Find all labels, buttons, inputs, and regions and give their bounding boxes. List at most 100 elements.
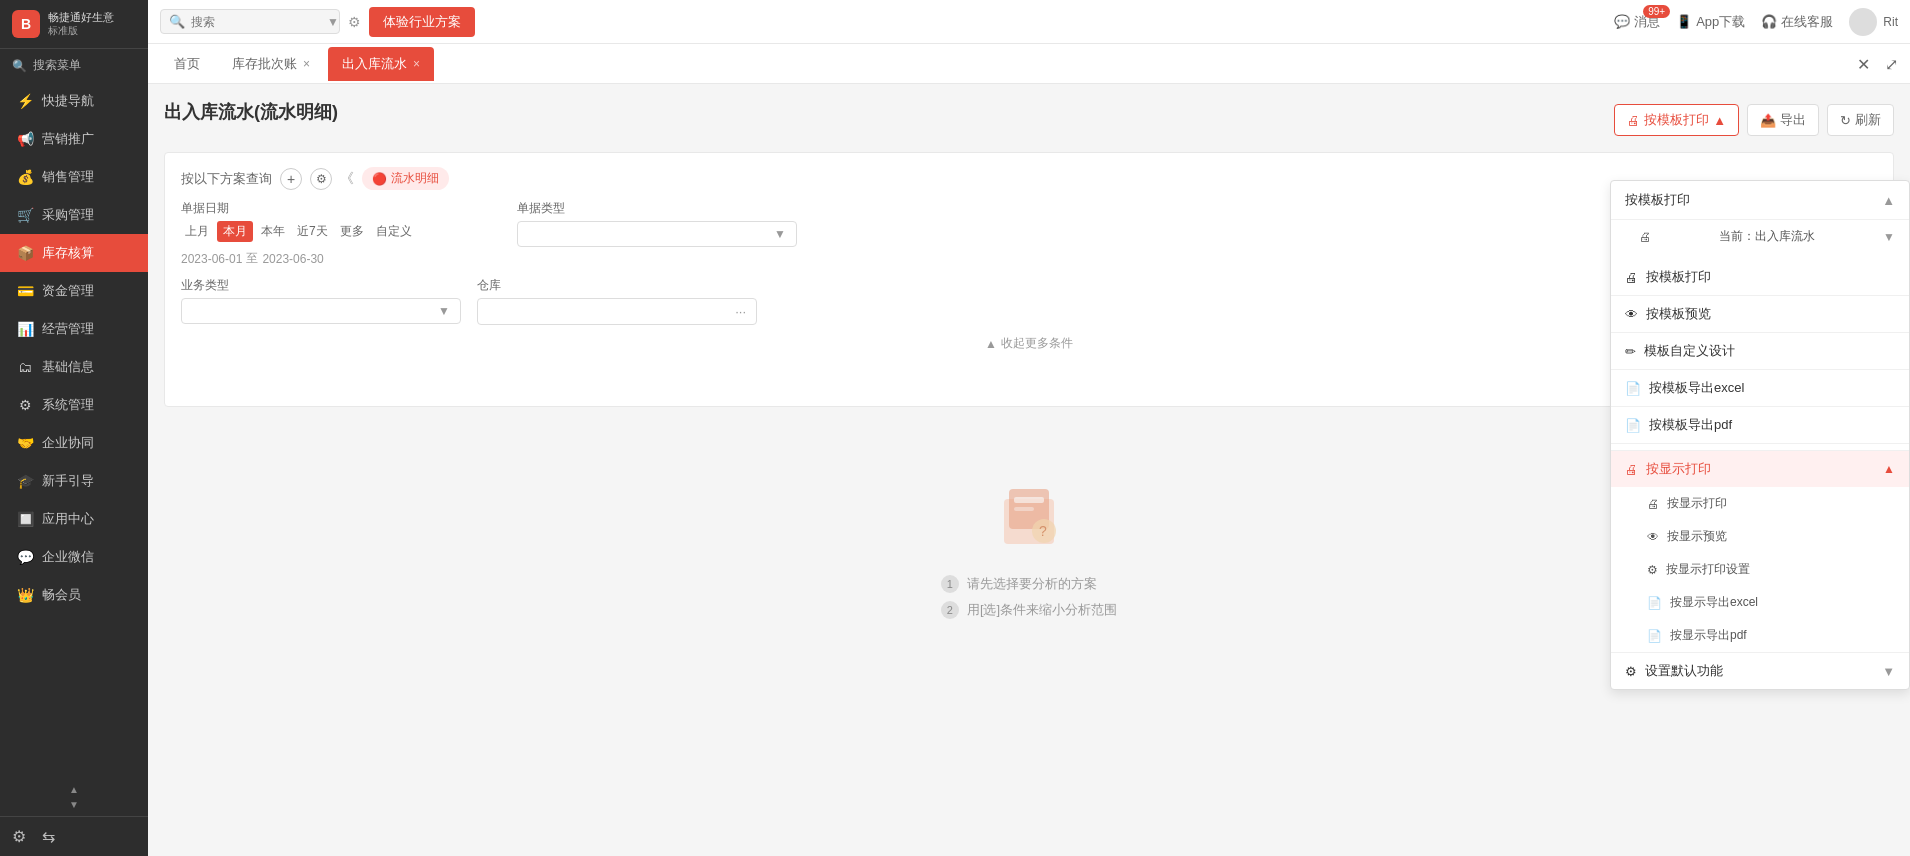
sidebar-item-label: 基础信息	[42, 358, 94, 376]
step-1-num: 1	[941, 575, 959, 593]
tab-inventory-flow-close-icon[interactable]: ×	[413, 57, 420, 71]
template-pdf-label: 按模板导出pdf	[1649, 416, 1732, 434]
sidebar-item-guide[interactable]: 🎓 新手引导	[0, 462, 148, 500]
sidebar-item-sales[interactable]: 💰 销售管理	[0, 158, 148, 196]
sidebar-item-label: 畅会员	[42, 586, 81, 604]
warehouse-more-icon: ···	[735, 304, 746, 319]
warehouse-label: 仓库	[477, 277, 757, 294]
date-tab-custom[interactable]: 自定义	[372, 221, 416, 242]
date-tab-more[interactable]: 更多	[336, 221, 368, 242]
dropdown-collapse-icon[interactable]: ▲	[1882, 193, 1895, 208]
template-excel-icon: 📄	[1625, 381, 1641, 396]
sidebar-item-appstore[interactable]: 🔲 应用中心	[0, 500, 148, 538]
date-tab-this-month[interactable]: 本月	[217, 221, 253, 242]
filter-business-type-field: 业务类型 ▼	[181, 277, 461, 324]
sidebar-item-marketing[interactable]: 📢 营销推广	[0, 120, 148, 158]
template-customize-label: 模板自定义设计	[1644, 342, 1735, 360]
quick-nav-icon: ⚡	[16, 93, 34, 109]
filter-chip-label: 流水明细	[391, 170, 439, 187]
date-tab-this-year[interactable]: 本年	[257, 221, 289, 242]
dropdown-template-export-pdf[interactable]: 📄 按模板导出pdf	[1611, 407, 1909, 444]
purchase-icon: 🛒	[16, 207, 34, 223]
settings-bottom-icon[interactable]: ⚙	[12, 827, 26, 846]
tab-home[interactable]: 首页	[160, 47, 214, 81]
export-button[interactable]: 📤 导出	[1747, 104, 1819, 136]
display-excel-icon: 📄	[1647, 596, 1662, 610]
header-search-chevron-icon[interactable]: ▼	[327, 15, 339, 29]
header-search-input[interactable]	[191, 15, 321, 29]
inventory-icon: 📦	[16, 245, 34, 261]
template-customize-icon: ✏	[1625, 344, 1636, 359]
header-gear-icon[interactable]: ⚙	[348, 14, 361, 30]
filter-setting-button[interactable]: ⚙	[310, 168, 332, 190]
sidebar-item-label: 新手引导	[42, 472, 94, 490]
collapse-sidebar-icon[interactable]: ⇆	[42, 827, 55, 846]
sidebar-search[interactable]: 🔍 搜索菜单	[0, 49, 148, 82]
dropdown-template-export-excel[interactable]: 📄 按模板导出excel	[1611, 370, 1909, 407]
refresh-button[interactable]: ↻ 刷新	[1827, 104, 1894, 136]
tab-batch-account-close-icon[interactable]: ×	[303, 57, 310, 71]
industry-solution-button[interactable]: 体验行业方案	[369, 7, 475, 37]
sidebar-item-system[interactable]: ⚙ 系统管理	[0, 386, 148, 424]
display-section-title: 按显示打印	[1646, 460, 1711, 478]
sidebar-item-label: 经营管理	[42, 320, 94, 338]
sidebar-item-finance[interactable]: 💳 资金管理	[0, 272, 148, 310]
sidebar-item-quick-nav[interactable]: ⚡ 快捷导航	[0, 82, 148, 120]
display-settings-label: 按显示打印设置	[1666, 561, 1750, 578]
sidebar-item-collab[interactable]: 🤝 企业协同	[0, 424, 148, 462]
online-service-button[interactable]: 🎧 在线客服	[1761, 13, 1833, 31]
warehouse-input[interactable]: ···	[477, 298, 757, 325]
operation-icon: 📊	[16, 321, 34, 337]
filter-chip-liushui[interactable]: 🔴 流水明细	[362, 167, 449, 190]
date-tab-last-month[interactable]: 上月	[181, 221, 213, 242]
app-name: 畅捷通好生意	[48, 10, 114, 24]
dropdown-display-print-settings[interactable]: ⚙ 按显示打印设置	[1611, 553, 1909, 586]
date-tab-7days[interactable]: 近7天	[293, 221, 332, 242]
header-search-box[interactable]: 🔍 ▼	[160, 9, 340, 34]
display-section-chevron-icon[interactable]: ▲	[1883, 462, 1895, 476]
display-preview-icon: 👁	[1647, 530, 1659, 544]
scroll-up-btn[interactable]: ▲	[69, 782, 79, 797]
dropdown-current-item[interactable]: 🖨 当前：出入库流水 ▼	[1611, 220, 1909, 253]
dropdown-display-preview[interactable]: 👁 按显示预览	[1611, 520, 1909, 553]
dropdown-template-print[interactable]: 🖨 按模板打印	[1611, 259, 1909, 296]
sidebar-item-operation[interactable]: 📊 经营管理	[0, 310, 148, 348]
collapse-more-button[interactable]: ▲ 收起更多条件	[985, 335, 1073, 352]
sales-icon: 💰	[16, 169, 34, 185]
close-all-tabs-icon[interactable]: ✕	[1857, 54, 1870, 73]
svg-text:?: ?	[1039, 523, 1047, 539]
search-label: 搜索菜单	[33, 57, 81, 74]
sidebar-item-label: 应用中心	[42, 510, 94, 528]
sidebar-item-basic[interactable]: 🗂 基础信息	[0, 348, 148, 386]
app-download-button[interactable]: 📱 App下载	[1676, 13, 1745, 31]
business-type-input[interactable]: ▼	[181, 298, 461, 324]
filter-collapse-icon[interactable]: 《	[340, 170, 354, 188]
dropdown-template-customize[interactable]: ✏ 模板自定义设计	[1611, 333, 1909, 370]
date-range: 2023-06-01 至 2023-06-30	[181, 250, 501, 267]
sidebar-item-inventory[interactable]: 📦 库存核算	[0, 234, 148, 272]
voucher-type-input[interactable]: ▼	[517, 221, 797, 247]
step-2-num: 2	[941, 601, 959, 619]
business-type-chevron-icon: ▼	[438, 304, 450, 318]
expand-tabs-icon[interactable]: ⤢	[1885, 54, 1898, 73]
sidebar-item-vip[interactable]: 👑 畅会员	[0, 576, 148, 614]
filter-add-button[interactable]: +	[280, 168, 302, 190]
sidebar-logo: B 畅捷通好生意 标准版	[0, 0, 148, 49]
system-icon: ⚙	[16, 397, 34, 413]
tab-batch-account[interactable]: 库存批次账 ×	[218, 47, 324, 81]
dropdown-display-print[interactable]: 🖨 按显示打印	[1611, 487, 1909, 520]
sidebar-item-purchase[interactable]: 🛒 采购管理	[0, 196, 148, 234]
dropdown-display-export-excel[interactable]: 📄 按显示导出excel	[1611, 586, 1909, 619]
date-tabs: 上月 本月 本年 近7天 更多 自定义	[181, 221, 501, 242]
scroll-down-btn[interactable]: ▼	[69, 797, 79, 812]
print-template-button[interactable]: 🖨 按模板打印 ▲	[1614, 104, 1739, 136]
tab-inventory-flow[interactable]: 出入库流水 ×	[328, 47, 434, 81]
user-avatar[interactable]: Rit	[1849, 8, 1898, 36]
dropdown-display-section-header[interactable]: 🖨 按显示打印 ▲	[1611, 450, 1909, 487]
dropdown-footer-item[interactable]: ⚙ 设置默认功能 ▼	[1611, 652, 1909, 689]
display-settings-icon: ⚙	[1647, 563, 1658, 577]
dropdown-display-export-pdf[interactable]: 📄 按显示导出pdf	[1611, 619, 1909, 652]
sidebar-item-wecom[interactable]: 💬 企业微信	[0, 538, 148, 576]
notification-button[interactable]: 💬 消息 99+	[1614, 13, 1660, 31]
dropdown-template-preview[interactable]: 👁 按模板预览	[1611, 296, 1909, 333]
